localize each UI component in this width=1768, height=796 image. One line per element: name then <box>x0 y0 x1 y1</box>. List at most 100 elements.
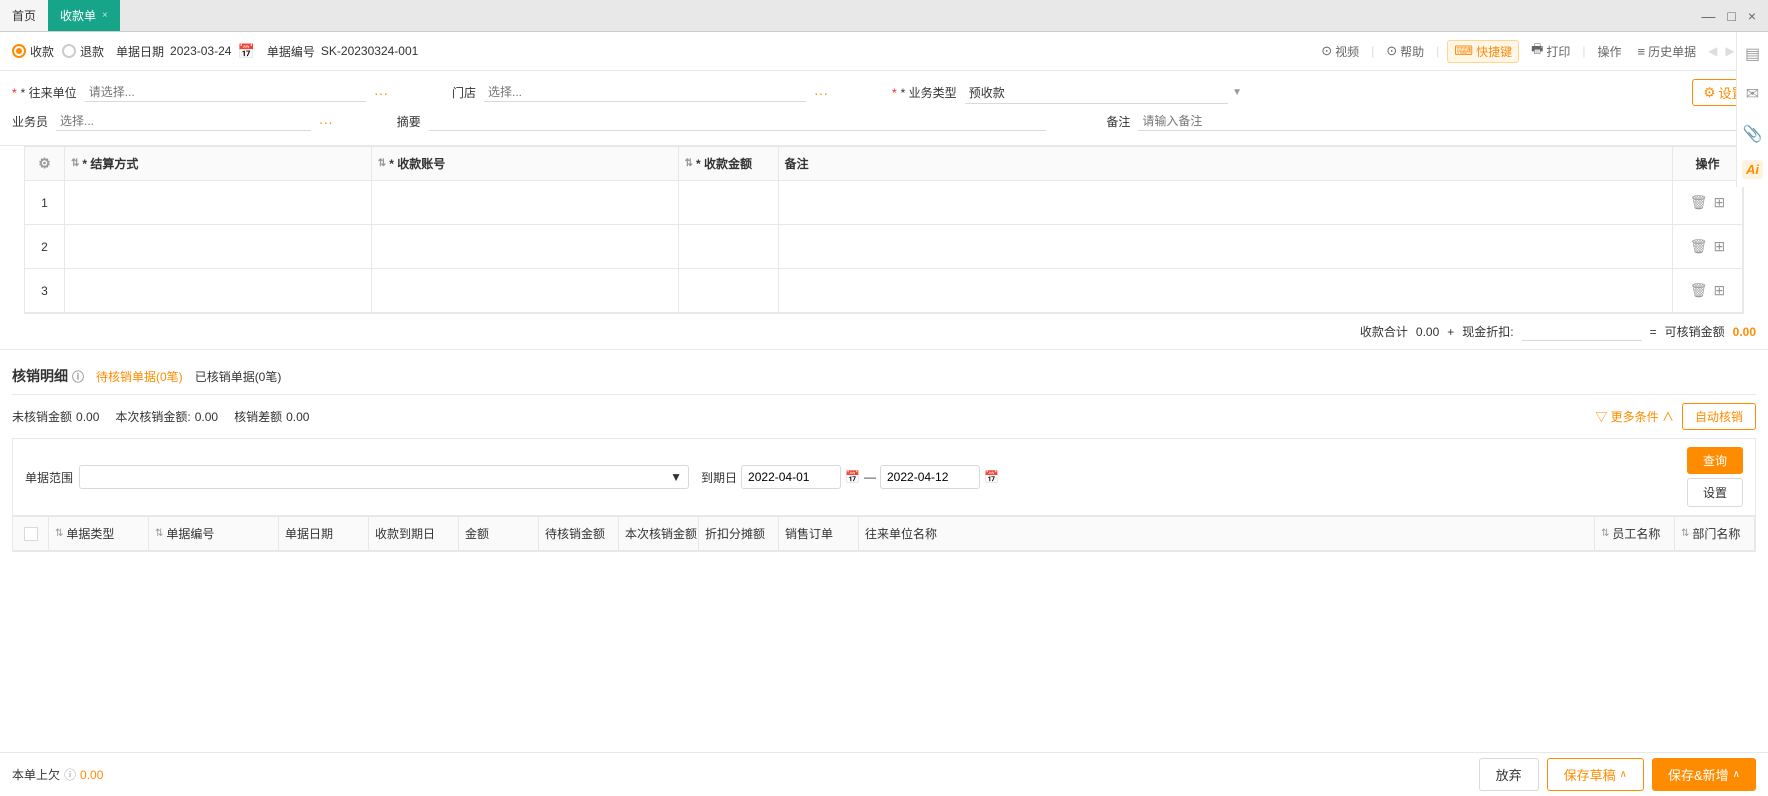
row1-copy-icon[interactable]: ⊞ <box>1714 194 1726 211</box>
shop-input[interactable] <box>484 83 806 102</box>
refund-radio[interactable]: 退款 <box>62 43 104 60</box>
table-header: ⚙ ⇅ * 结算方式 ⇅ * 收款账号 ⇅ * 收款金额 备注 <box>25 147 1743 181</box>
partner-more-icon[interactable]: ··· <box>370 85 392 101</box>
window-maximize[interactable]: □ <box>1723 6 1739 26</box>
row1-delete-icon[interactable]: 🗑 <box>1690 194 1708 211</box>
table-row: 1 🗑 ⊞ <box>25 181 1743 225</box>
sidebar-email-icon[interactable]: ✉ <box>1742 80 1763 108</box>
table-row: 2 🗑 ⊞ <box>25 225 1743 269</box>
verify-actions: ▽ 更多条件 ∧ 自动核销 <box>1595 403 1756 430</box>
vth-discount: 折扣分摊额 <box>699 517 779 550</box>
abandon-button[interactable]: 放弃 <box>1479 758 1539 791</box>
vth-no: ⇅ 单据编号 <box>149 517 279 550</box>
row3-account[interactable] <box>372 269 679 312</box>
sidebar-table-icon[interactable]: ▤ <box>1741 40 1764 68</box>
row1-note[interactable] <box>779 181 1673 224</box>
row3-settle[interactable] <box>65 269 372 312</box>
pending-tab[interactable]: 待核销单据(0笔) <box>96 368 183 385</box>
verify-settings-button[interactable]: 设置 <box>1687 478 1743 507</box>
sort-account-icon: ⇅ <box>378 158 386 169</box>
staff-more-icon[interactable]: ··· <box>315 114 337 130</box>
bottom-info-icon[interactable]: ⓘ <box>64 766 76 783</box>
tab-home-label: 首页 <box>12 7 36 24</box>
sidebar-ai-icon[interactable]: Ai <box>1742 160 1763 179</box>
filter-actions: 查询 设置 <box>1687 447 1743 507</box>
tab-home[interactable]: 首页 <box>0 0 48 31</box>
draft-button[interactable]: 保存草稿 ∧ <box>1547 758 1644 791</box>
window-minimize[interactable]: — <box>1697 6 1719 26</box>
main-content: 收款 退款 单据日期 2023-03-24 📅 单据编号 SK-20230324… <box>0 32 1768 796</box>
shortcut-icon: ⌨ <box>1454 43 1473 59</box>
summary-input[interactable] <box>429 112 1047 131</box>
row2-note[interactable] <box>779 225 1673 268</box>
col-amount-header: ⇅ * 收款金额 <box>679 147 779 180</box>
shortcut-btn[interactable]: ⌨ 快捷键 <box>1447 40 1519 63</box>
this-label: 本次核销金额: <box>115 408 190 425</box>
biz-type-arrow[interactable]: ▼ <box>1232 87 1242 98</box>
row1-settle[interactable] <box>65 181 372 224</box>
settings-gear-icon[interactable]: ⚙ <box>38 155 51 172</box>
row3-copy-icon[interactable]: ⊞ <box>1714 282 1726 299</box>
vth-check <box>13 517 49 550</box>
row2-copy-icon[interactable]: ⊞ <box>1714 238 1726 255</box>
remark-input[interactable] <box>1138 112 1756 131</box>
row2-amount[interactable] <box>679 225 779 268</box>
receipt-radio[interactable]: 收款 <box>12 43 54 60</box>
summary-field: 摘要 <box>397 112 1047 131</box>
done-tab[interactable]: 已核销单据(0笔) <box>195 368 282 385</box>
range-label: 单据范围 <box>25 469 73 486</box>
cal-from-icon[interactable]: 📅 <box>845 470 860 484</box>
form-row-2: 业务员 ··· 摘要 备注 <box>12 112 1756 131</box>
shop-more-icon[interactable]: ··· <box>810 85 832 101</box>
window-close[interactable]: × <box>1744 6 1760 26</box>
verify-info-icon[interactable]: ⓘ <box>72 368 84 385</box>
cal-to-icon[interactable]: 📅 <box>984 470 999 484</box>
range-select[interactable]: ▼ <box>79 465 689 489</box>
range-arrow-icon: ▼ <box>670 470 682 484</box>
operate-btn[interactable]: 操作 <box>1594 41 1626 62</box>
bottom-prefix-label: 本单上欠 <box>12 766 60 783</box>
row1-action: 🗑 ⊞ <box>1673 181 1743 224</box>
tab-current[interactable]: 收款单 × <box>48 0 120 31</box>
refund-radio-dot <box>62 44 76 58</box>
history-btn[interactable]: ≡ 历史单据 <box>1634 41 1701 62</box>
row3-delete-icon[interactable]: 🗑 <box>1690 282 1708 299</box>
sidebar-clip-icon[interactable]: 📎 <box>1739 120 1767 148</box>
row1-account[interactable] <box>372 181 679 224</box>
verify-section: 核销明细 ⓘ 待核销单据(0笔) 已核销单据(0笔) 未核销金额 0.00 本次… <box>0 358 1768 552</box>
staff-input[interactable] <box>56 112 311 131</box>
row1-amount[interactable] <box>679 181 779 224</box>
due-date-label: 到期日 <box>701 469 737 486</box>
row3-note[interactable] <box>779 269 1673 312</box>
remark-field: 备注 <box>1106 112 1756 131</box>
unchecked-label: 未核销金额 <box>12 408 72 425</box>
more-conditions-btn[interactable]: ▽ 更多条件 ∧ <box>1595 408 1674 425</box>
print-btn[interactable]: 🖶 打印 <box>1527 38 1574 64</box>
row2-delete-icon[interactable]: 🗑 <box>1690 238 1708 255</box>
row2-settle[interactable] <box>65 225 372 268</box>
main-table: ⚙ ⇅ * 结算方式 ⇅ * 收款账号 ⇅ * 收款金额 备注 <box>24 146 1744 314</box>
help-btn[interactable]: ⊙ 帮助 <box>1382 41 1428 62</box>
select-all-checkbox[interactable] <box>24 527 38 541</box>
discount-input[interactable] <box>1522 322 1642 341</box>
partner-input[interactable] <box>85 83 366 102</box>
calendar-icon[interactable]: 📅 <box>237 43 254 60</box>
bottom-actions: 放弃 保存草稿 ∧ 保存&新增 ∧ <box>1479 758 1756 791</box>
bottom-left: 本单上欠 ⓘ 0.00 <box>12 766 103 783</box>
bottom-bar: 本单上欠 ⓘ 0.00 放弃 保存草稿 ∧ 保存&新增 ∧ <box>0 752 1768 796</box>
date-from-input[interactable] <box>741 465 841 489</box>
draft-arrow-icon: ∧ <box>1620 769 1627 780</box>
auto-verify-button[interactable]: 自动核销 <box>1682 403 1756 430</box>
tab-close-icon[interactable]: × <box>102 10 108 21</box>
date-to-input[interactable] <box>880 465 980 489</box>
date-value[interactable]: 2023-03-24 <box>170 44 231 58</box>
video-btn[interactable]: ⊙ 视频 <box>1317 41 1363 62</box>
row3-amount[interactable] <box>679 269 779 312</box>
sort-dept-icon: ⇅ <box>1681 528 1689 539</box>
save-button[interactable]: 保存&新增 ∧ <box>1652 758 1756 791</box>
row1-num: 1 <box>25 181 65 224</box>
no-label: 单据编号 <box>267 43 315 60</box>
row2-account[interactable] <box>372 225 679 268</box>
col-account-header: ⇅ * 收款账号 <box>372 147 679 180</box>
query-button[interactable]: 查询 <box>1687 447 1743 474</box>
